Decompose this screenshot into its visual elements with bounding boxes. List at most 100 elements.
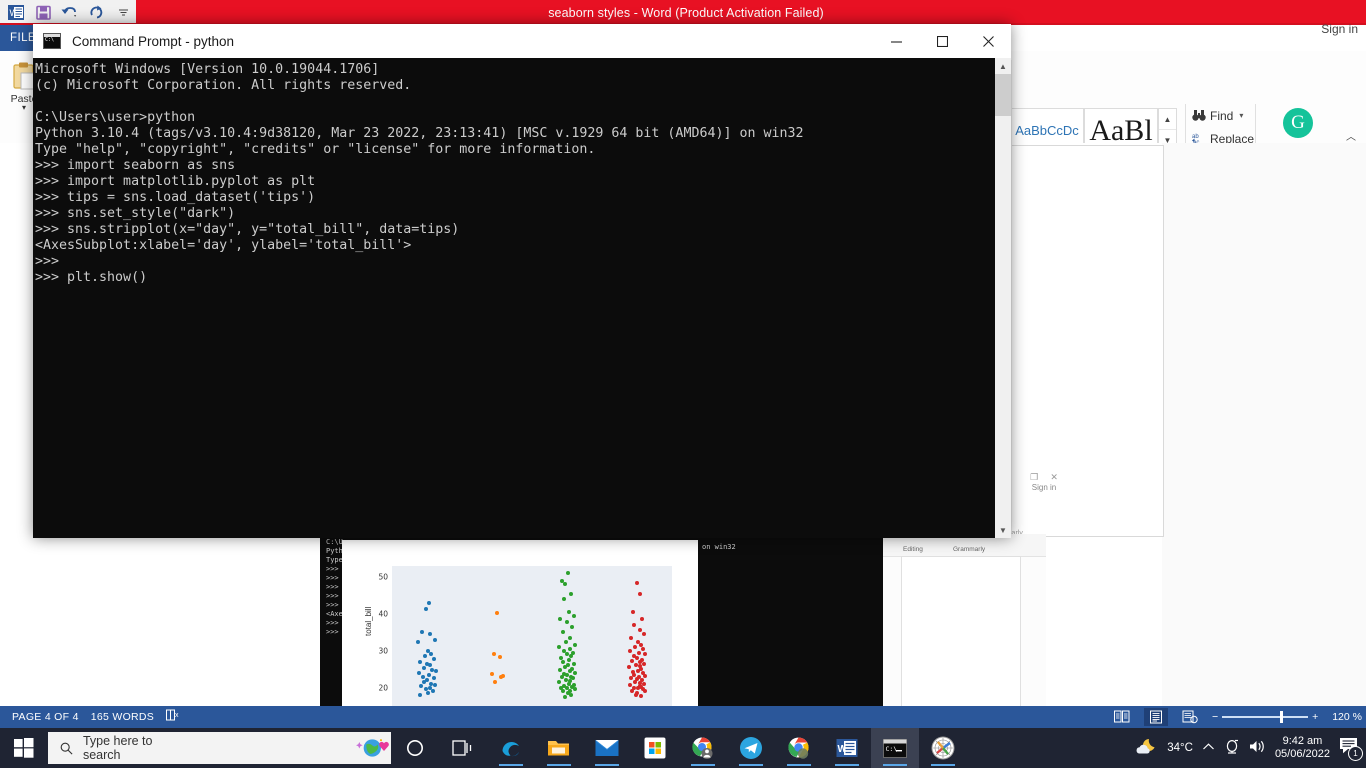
plot-point bbox=[640, 617, 645, 622]
word-icon[interactable]: W bbox=[823, 728, 871, 768]
plot-point bbox=[637, 591, 642, 596]
plot-point bbox=[632, 622, 637, 627]
zoom-slider[interactable]: − + bbox=[1212, 711, 1318, 723]
plot-point bbox=[636, 650, 641, 655]
notification-center-icon[interactable]: 1 bbox=[1339, 737, 1363, 761]
console-scrollbar-thumb[interactable] bbox=[995, 74, 1011, 116]
zoom-level-label[interactable]: 120 % bbox=[1332, 711, 1362, 723]
clock[interactable]: 9:42 am 05/06/2022 bbox=[1275, 735, 1330, 761]
command-prompt-icon[interactable]: C:\ bbox=[871, 728, 919, 768]
command-prompt-console[interactable]: Microsoft Windows [Version 10.0.19044.17… bbox=[33, 58, 1011, 538]
plot-point bbox=[432, 637, 437, 642]
zoom-track[interactable] bbox=[1222, 711, 1309, 723]
plot-point bbox=[569, 692, 574, 697]
ghost-restore-icon[interactable]: ❐ bbox=[1030, 472, 1038, 483]
plot-point bbox=[565, 620, 569, 624]
ghost-signin-label[interactable]: Sign in bbox=[1012, 483, 1076, 492]
plot-point bbox=[567, 610, 572, 615]
plot-point bbox=[627, 665, 632, 670]
start-button[interactable] bbox=[0, 728, 48, 768]
plot-point bbox=[427, 600, 432, 605]
plot-point bbox=[560, 630, 565, 635]
maximize-button[interactable] bbox=[919, 24, 965, 58]
command-prompt-titlebar-icon: C:\ bbox=[43, 33, 61, 49]
plot-point bbox=[563, 665, 568, 670]
plot-point bbox=[563, 581, 568, 586]
zoom-thumb[interactable] bbox=[1280, 711, 1284, 723]
show-hidden-icons-chevron[interactable] bbox=[1202, 742, 1215, 755]
minimize-button[interactable] bbox=[873, 24, 919, 58]
ghost-close-icon[interactable]: ✕ bbox=[1050, 472, 1058, 483]
nested-editing-label: Editing bbox=[903, 546, 923, 553]
weather-icon[interactable] bbox=[1136, 737, 1158, 760]
svg-text:x: x bbox=[175, 712, 179, 719]
paste-caret-icon[interactable]: ▾ bbox=[22, 103, 26, 112]
cortana-icon[interactable] bbox=[391, 728, 439, 768]
plot-point bbox=[641, 661, 646, 666]
spell-check-icon[interactable]: x bbox=[166, 709, 181, 725]
matplotlib-figure-icon[interactable] bbox=[919, 728, 967, 768]
plot-point bbox=[633, 645, 638, 650]
network-icon[interactable] bbox=[1224, 739, 1240, 757]
plot-point bbox=[629, 688, 634, 693]
undo-icon[interactable] bbox=[58, 2, 83, 24]
telegram-icon[interactable] bbox=[727, 728, 775, 768]
plot-point bbox=[425, 691, 430, 696]
console-scrollbar[interactable]: ▲ ▼ bbox=[995, 58, 1011, 538]
command-prompt-titlebar[interactable]: C:\ Command Prompt - python bbox=[33, 24, 1011, 58]
plot-point bbox=[572, 670, 577, 675]
search-input[interactable]: Type here to search bbox=[48, 732, 391, 764]
redo-icon[interactable] bbox=[84, 2, 109, 24]
command-prompt-title: Command Prompt - python bbox=[72, 33, 235, 49]
plot-point bbox=[419, 630, 424, 635]
close-button[interactable] bbox=[965, 24, 1011, 58]
print-layout-view-button[interactable] bbox=[1143, 708, 1168, 726]
grammarly-logo-icon[interactable]: G bbox=[1283, 108, 1313, 138]
window-controls bbox=[873, 24, 1011, 58]
plot-point bbox=[426, 672, 431, 677]
plot-point bbox=[489, 671, 494, 676]
plot-point bbox=[428, 632, 433, 637]
plot-point bbox=[420, 674, 425, 679]
microsoft-edge-icon[interactable] bbox=[487, 728, 535, 768]
chrome-icon[interactable] bbox=[775, 728, 823, 768]
plot-point bbox=[431, 676, 436, 681]
web-layout-view-button[interactable] bbox=[1178, 708, 1202, 726]
task-view-icon[interactable] bbox=[439, 728, 487, 768]
plot-point bbox=[628, 676, 633, 681]
svg-text:C:\: C:\ bbox=[886, 745, 898, 753]
customize-qat-icon[interactable] bbox=[111, 2, 136, 24]
plot-point bbox=[642, 689, 647, 694]
microsoft-store-icon[interactable] bbox=[631, 728, 679, 768]
nested-grammarly-label: Grammarly bbox=[953, 546, 986, 553]
chrome-profile-icon[interactable] bbox=[679, 728, 727, 768]
plot-point bbox=[417, 670, 422, 675]
binoculars-icon bbox=[1192, 110, 1206, 121]
page-indicator[interactable]: PAGE 4 OF 4 bbox=[12, 711, 79, 723]
volume-icon[interactable] bbox=[1249, 739, 1266, 757]
find-caret-icon[interactable]: ▾ bbox=[1239, 111, 1243, 120]
quick-access-toolbar[interactable]: W bbox=[0, 0, 136, 25]
console-scroll-up-icon[interactable]: ▲ bbox=[995, 58, 1011, 74]
styles-scroll-up-icon[interactable]: ▲ bbox=[1159, 109, 1176, 130]
mail-icon[interactable] bbox=[583, 728, 631, 768]
console-scroll-down-icon[interactable]: ▼ bbox=[995, 522, 1011, 538]
collapse-ribbon-icon[interactable]: ︿ bbox=[1346, 128, 1356, 143]
command-prompt-window[interactable]: C:\ Command Prompt - python Microsoft Wi… bbox=[33, 24, 1011, 538]
plot-point bbox=[424, 607, 429, 612]
plot-ylabel: total_bill bbox=[364, 606, 373, 636]
word-count[interactable]: 165 WORDS bbox=[91, 711, 154, 723]
zoom-in-button[interactable]: + bbox=[1312, 711, 1318, 723]
plot-ytick-label: 30 bbox=[378, 646, 388, 656]
plot-point bbox=[567, 669, 572, 673]
plot-axes: 20 30 40 50 bbox=[378, 566, 672, 706]
plot-ytick-label: 50 bbox=[378, 572, 388, 582]
sign-in-link[interactable]: Sign in bbox=[1321, 22, 1358, 36]
plot-ytick-label: 40 bbox=[378, 609, 388, 619]
save-icon[interactable] bbox=[31, 2, 56, 24]
plot-point bbox=[641, 632, 646, 637]
file-explorer-icon[interactable] bbox=[535, 728, 583, 768]
read-mode-view-button[interactable] bbox=[1110, 708, 1134, 726]
clock-date: 05/06/2022 bbox=[1274, 748, 1330, 760]
zoom-out-button[interactable]: − bbox=[1212, 711, 1218, 723]
